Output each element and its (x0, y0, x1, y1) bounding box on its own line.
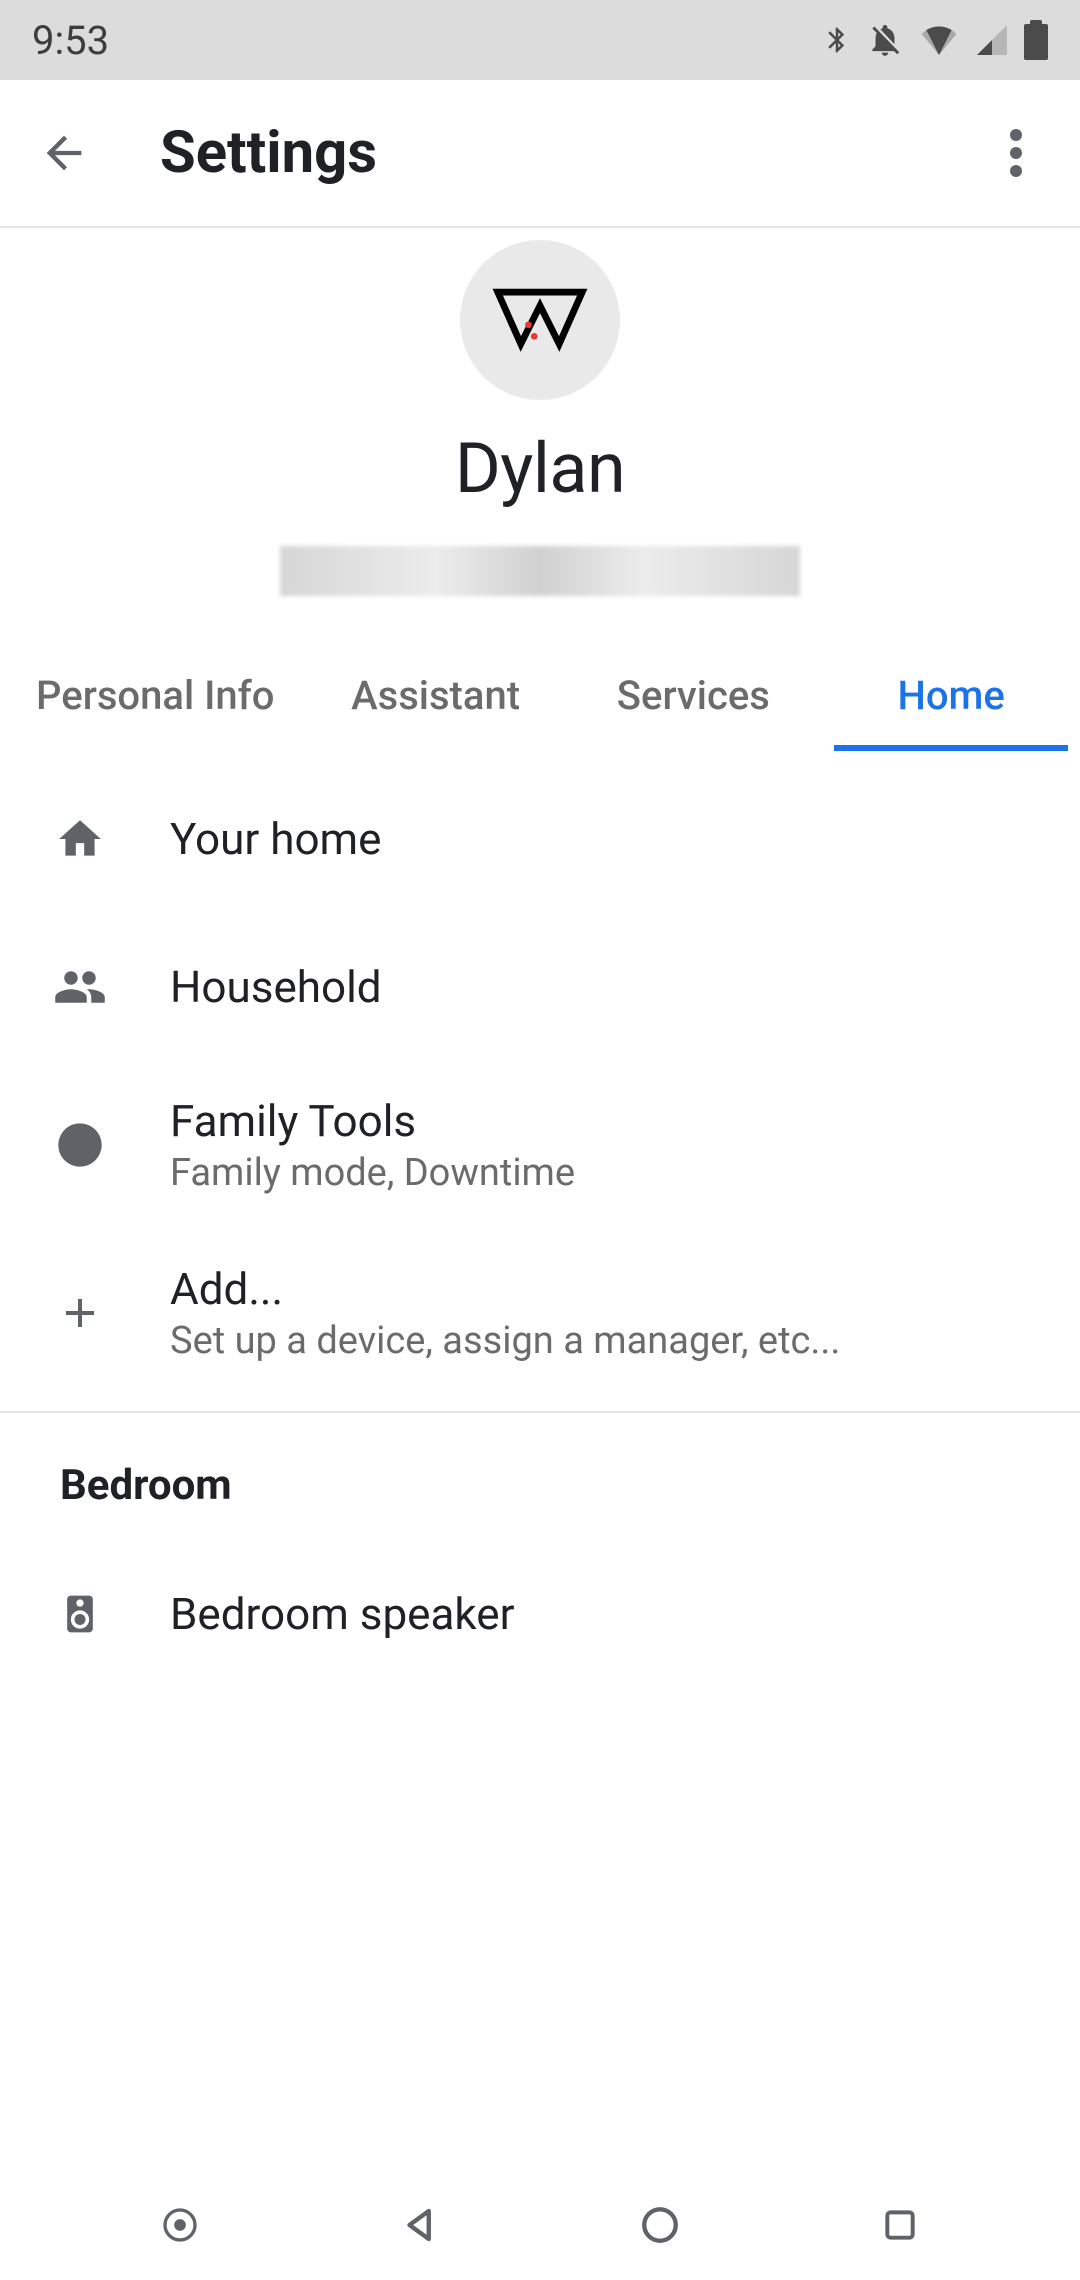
nav-recent-button[interactable] (864, 2189, 936, 2261)
list-item-label: Household (170, 961, 382, 1013)
list-item-label: Add... (170, 1263, 840, 1315)
do-not-disturb-icon (866, 21, 904, 59)
plus-icon (56, 1289, 104, 1337)
wifi-icon (918, 22, 960, 58)
nav-home-button[interactable] (624, 2189, 696, 2261)
back-button[interactable] (28, 117, 100, 189)
list-item-bedroom-speaker[interactable]: Bedroom speaker (0, 1534, 1080, 1694)
section-header-bedroom: Bedroom (0, 1413, 1080, 1534)
tab-personal-info[interactable]: Personal Info (0, 658, 307, 751)
tab-assistant[interactable]: Assistant (307, 658, 565, 751)
nav-recent-icon (881, 2206, 919, 2244)
system-nav-bar (0, 2170, 1080, 2280)
profile-name: Dylan (455, 428, 625, 510)
status-time: 9:53 (32, 17, 109, 64)
nav-back-button[interactable] (384, 2189, 456, 2261)
nav-home-icon (639, 2204, 681, 2246)
arrow-back-icon (38, 127, 90, 179)
list-item-label: Family Tools (170, 1095, 575, 1147)
list-item-label: Your home (170, 813, 381, 865)
status-bar: 9:53 (0, 0, 1080, 80)
status-icons (822, 20, 1048, 60)
app-bar: Settings (0, 80, 1080, 228)
nav-back-icon (399, 2204, 441, 2246)
list-item-your-home[interactable]: Your home (0, 765, 1080, 913)
cellular-icon (974, 22, 1010, 58)
nav-assist-icon (160, 2205, 200, 2245)
more-vert-icon (1010, 129, 1022, 177)
home-list: Your home Household Family Tools Family … (0, 751, 1080, 1694)
tab-services[interactable]: Services (564, 658, 822, 751)
people-icon (53, 960, 107, 1014)
avatar-logo-icon (492, 285, 588, 355)
list-item-household[interactable]: Household (0, 913, 1080, 1061)
list-item-add[interactable]: Add... Set up a device, assign a manager… (0, 1229, 1080, 1397)
page-title: Settings (160, 119, 377, 187)
profile-section: Dylan (0, 228, 1080, 616)
list-item-subtitle: Set up a device, assign a manager, etc..… (170, 1319, 840, 1363)
tabs: Personal Info Assistant Services Home (0, 658, 1080, 751)
nav-assist-button[interactable] (144, 2189, 216, 2261)
home-icon (55, 814, 105, 864)
list-item-family-tools[interactable]: Family Tools Family mode, Downtime (0, 1061, 1080, 1229)
tab-home[interactable]: Home (822, 658, 1080, 751)
profile-email-redacted (280, 546, 800, 596)
bluetooth-icon (822, 20, 852, 60)
battery-icon (1024, 20, 1048, 60)
avatar[interactable] (460, 240, 620, 400)
speaker-icon (58, 1586, 102, 1642)
list-item-subtitle: Family mode, Downtime (170, 1151, 575, 1195)
more-button[interactable] (980, 117, 1052, 189)
pinwheel-icon (54, 1119, 106, 1171)
list-item-label: Bedroom speaker (170, 1588, 515, 1640)
